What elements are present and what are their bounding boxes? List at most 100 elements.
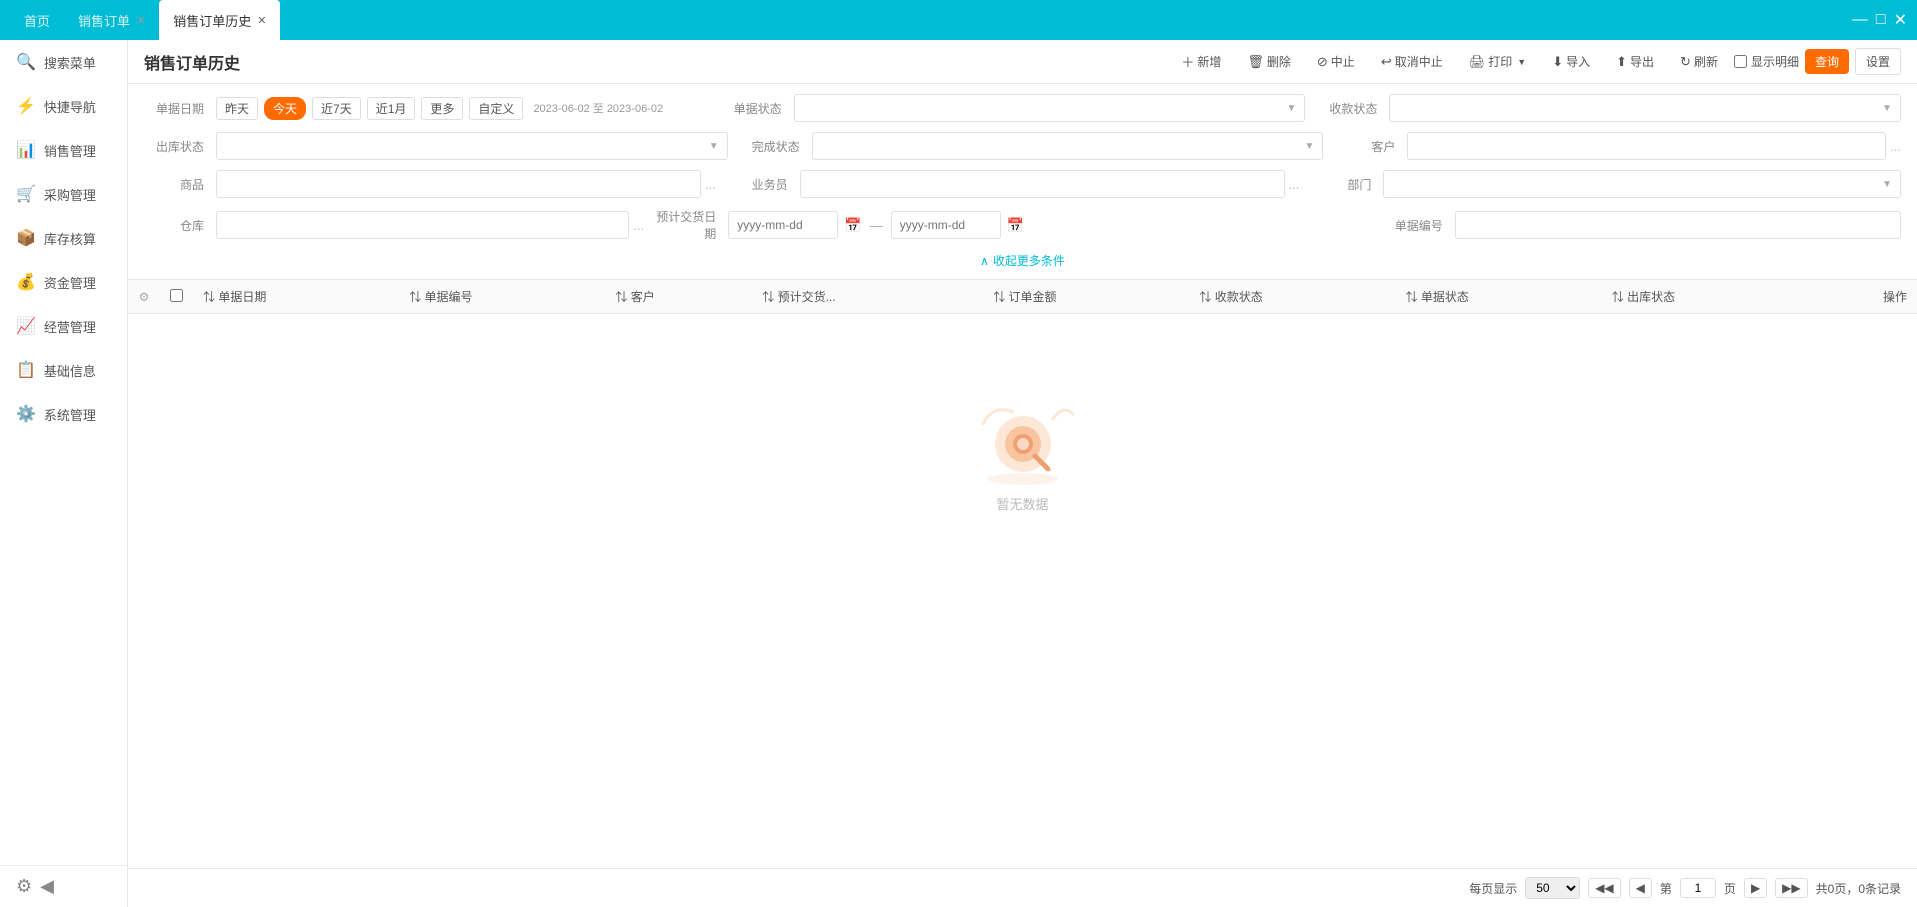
display-detail-label: 显示明细 bbox=[1751, 53, 1799, 70]
tab-sales-order[interactable]: 销售订单✕ bbox=[64, 0, 159, 40]
page-size-select[interactable]: 50 10 20 100 bbox=[1525, 877, 1580, 899]
warehouse-label: 仓库 bbox=[144, 217, 204, 234]
sidebar-icon-base-info: 📋 bbox=[16, 360, 36, 380]
column-settings[interactable]: ⚙ bbox=[128, 280, 160, 314]
minimize-button[interactable]: — bbox=[1852, 11, 1868, 29]
bill-no-input[interactable] bbox=[1455, 211, 1901, 239]
stop-button[interactable]: ⊘中止 bbox=[1307, 49, 1365, 74]
sidebar-label-inventory: 库存核算 bbox=[44, 229, 96, 248]
new-icon: ＋ bbox=[1181, 52, 1194, 71]
outstock-status-select[interactable]: ▼ bbox=[216, 132, 728, 160]
sidebar-item-sys-mgmt[interactable]: ⚙️系统管理 bbox=[0, 392, 127, 436]
empty-icon bbox=[963, 394, 1083, 494]
select-all-checkbox[interactable] bbox=[170, 289, 183, 302]
export-icon: ⬆ bbox=[1616, 54, 1627, 70]
delete-button[interactable]: 🗑删除 bbox=[1237, 49, 1301, 74]
date-option-昨天[interactable]: 昨天 bbox=[216, 97, 258, 120]
last-page-button[interactable]: ▶▶ bbox=[1775, 878, 1807, 898]
sidebar-label-sys-mgmt: 系统管理 bbox=[44, 405, 96, 424]
collapse-filter-row[interactable]: ∧ 收起更多条件 bbox=[144, 252, 1901, 269]
complete-status-label: 完成状态 bbox=[740, 138, 800, 155]
display-detail-checkbox[interactable] bbox=[1734, 55, 1747, 68]
print-icon: 🖨 bbox=[1469, 54, 1486, 70]
sidebar-item-finance[interactable]: 💰资金管理 bbox=[0, 260, 127, 304]
print-button[interactable]: 🖨打印▼ bbox=[1459, 49, 1536, 74]
sidebar-item-inventory[interactable]: 📦 库存核算 bbox=[0, 216, 127, 260]
sidebar-item-search-menu[interactable]: 🔍搜索菜单 bbox=[0, 40, 127, 84]
complete-status-select[interactable]: ▼ bbox=[812, 132, 1324, 160]
column-operation: 操作 bbox=[1808, 280, 1917, 314]
cancel-stop-button[interactable]: ↩取消中止 bbox=[1371, 49, 1453, 74]
print-dropdown-icon: ▼ bbox=[1517, 57, 1526, 67]
tab-sales-order-history[interactable]: 销售订单历史✕ bbox=[159, 0, 280, 40]
delete-label: 删除 bbox=[1267, 53, 1291, 70]
calendar-end-icon[interactable]: 📅 bbox=[1007, 217, 1024, 234]
sidebar-item-purchase-mgmt[interactable]: 🛒采购管理 bbox=[0, 172, 127, 216]
filter-area: 单据日期 昨天今天近7天近1月更多自定义2023-06-02 至 2023-06… bbox=[128, 84, 1917, 280]
sidebar-item-base-info[interactable]: 📋基础信息 bbox=[0, 348, 127, 392]
date-option-今天[interactable]: 今天 bbox=[264, 97, 306, 120]
date-option-更多[interactable]: 更多 bbox=[421, 97, 463, 120]
warehouse-input[interactable] bbox=[216, 211, 629, 239]
tab-home[interactable]: 首页 bbox=[10, 0, 64, 40]
refresh-button[interactable]: ↻刷新 bbox=[1670, 49, 1728, 74]
column-order-amount-label: ⇅ 订单金额 bbox=[993, 290, 1056, 304]
settings-icon[interactable]: ⚙ bbox=[16, 876, 32, 897]
date-selector: 昨天今天近7天近1月更多自定义2023-06-02 至 2023-06-02 bbox=[216, 97, 710, 120]
maximize-button[interactable]: □ bbox=[1876, 11, 1886, 29]
goods-dots[interactable]: ... bbox=[705, 177, 716, 192]
customer-input[interactable] bbox=[1407, 132, 1886, 160]
query-button[interactable]: 查询 bbox=[1805, 49, 1849, 74]
empty-state: 暂无数据 bbox=[128, 314, 1917, 593]
export-button[interactable]: ⬆导出 bbox=[1606, 49, 1664, 74]
collapse-sidebar-icon[interactable]: ◀ bbox=[40, 876, 54, 897]
salesperson-dots[interactable]: ... bbox=[1289, 177, 1300, 192]
refresh-label: 刷新 bbox=[1694, 53, 1718, 70]
date-option-自定义[interactable]: 自定义 bbox=[469, 97, 523, 120]
tab-close-sales-order[interactable]: ✕ bbox=[136, 14, 145, 27]
bill-status-select[interactable]: ▼ bbox=[794, 94, 1306, 122]
prev-page-button[interactable]: ◀ bbox=[1629, 878, 1652, 898]
settings-button[interactable]: 设置 bbox=[1855, 48, 1901, 75]
payment-status-select[interactable]: ▼ bbox=[1389, 94, 1901, 122]
goods-input[interactable] bbox=[216, 170, 701, 198]
customer-dots[interactable]: ... bbox=[1890, 139, 1901, 154]
new-button[interactable]: ＋新增 bbox=[1171, 48, 1231, 75]
sidebar-icon-search-menu: 🔍 bbox=[16, 52, 36, 72]
column-date-label: ⇅ 单据日期 bbox=[203, 290, 266, 304]
dept-select[interactable]: ▼ bbox=[1383, 170, 1901, 198]
sidebar-item-sales-mgmt[interactable]: 📊销售管理 bbox=[0, 128, 127, 172]
import-icon: ⬇ bbox=[1552, 54, 1563, 70]
payment-status-arrow: ▼ bbox=[1882, 103, 1892, 114]
salesperson-input[interactable] bbox=[800, 170, 1285, 198]
sidebar-item-operations[interactable]: 📈 经营管理 bbox=[0, 304, 127, 348]
warehouse-dots[interactable]: ... bbox=[633, 218, 644, 233]
table-header: ⚙ ⇅ 单据日期 ⇅ 单据编号 ⇅ 客户 bbox=[128, 280, 1917, 314]
sidebar-item-quick-nav[interactable]: ⚡快捷导航 bbox=[0, 84, 127, 128]
date-option-近1月[interactable]: 近1月 bbox=[367, 97, 416, 120]
toolbar: ＋新增🗑删除⊘中止↩取消中止🖨打印▼⬇导入⬆导出↻刷新 显示明细 查询 设置 bbox=[1171, 48, 1901, 75]
page-header: 销售订单历史 ＋新增🗑删除⊘中止↩取消中止🖨打印▼⬇导入⬆导出↻刷新 显示明细 … bbox=[128, 40, 1917, 84]
sidebar-icon-operations: 📈 bbox=[16, 316, 36, 336]
calendar-start-icon[interactable]: 📅 bbox=[844, 217, 861, 234]
footer: 每页显示 50 10 20 100 ◀◀ ◀ 第 页 ▶ ▶▶ 共0页，0条记录 bbox=[128, 868, 1917, 907]
new-label: 新增 bbox=[1197, 53, 1221, 70]
sidebar-icon-inventory: 📦 bbox=[16, 228, 36, 248]
column-bill-no: ⇅ 单据编号 bbox=[399, 280, 605, 314]
import-button[interactable]: ⬇导入 bbox=[1542, 49, 1600, 74]
expected-date-end[interactable] bbox=[891, 211, 1001, 239]
first-page-button[interactable]: ◀◀ bbox=[1588, 878, 1620, 898]
current-page-input[interactable] bbox=[1680, 878, 1716, 898]
sidebar-label-operations: 经营管理 bbox=[44, 317, 96, 336]
total-text: 共0页，0条记录 bbox=[1816, 880, 1901, 897]
outstock-status-arrow: ▼ bbox=[709, 141, 719, 152]
close-window-button[interactable]: ✕ bbox=[1894, 10, 1907, 30]
tab-close-sales-order-history[interactable]: ✕ bbox=[257, 14, 266, 27]
date-option-近7天[interactable]: 近7天 bbox=[312, 97, 361, 120]
next-page-button[interactable]: ▶ bbox=[1744, 878, 1767, 898]
page-label-pre: 第 bbox=[1660, 880, 1672, 897]
expected-date-start[interactable] bbox=[728, 211, 838, 239]
salesperson-label: 业务员 bbox=[728, 176, 788, 193]
payment-status-label: 收款状态 bbox=[1317, 100, 1377, 117]
column-customer-label: ⇅ 客户 bbox=[615, 290, 654, 304]
